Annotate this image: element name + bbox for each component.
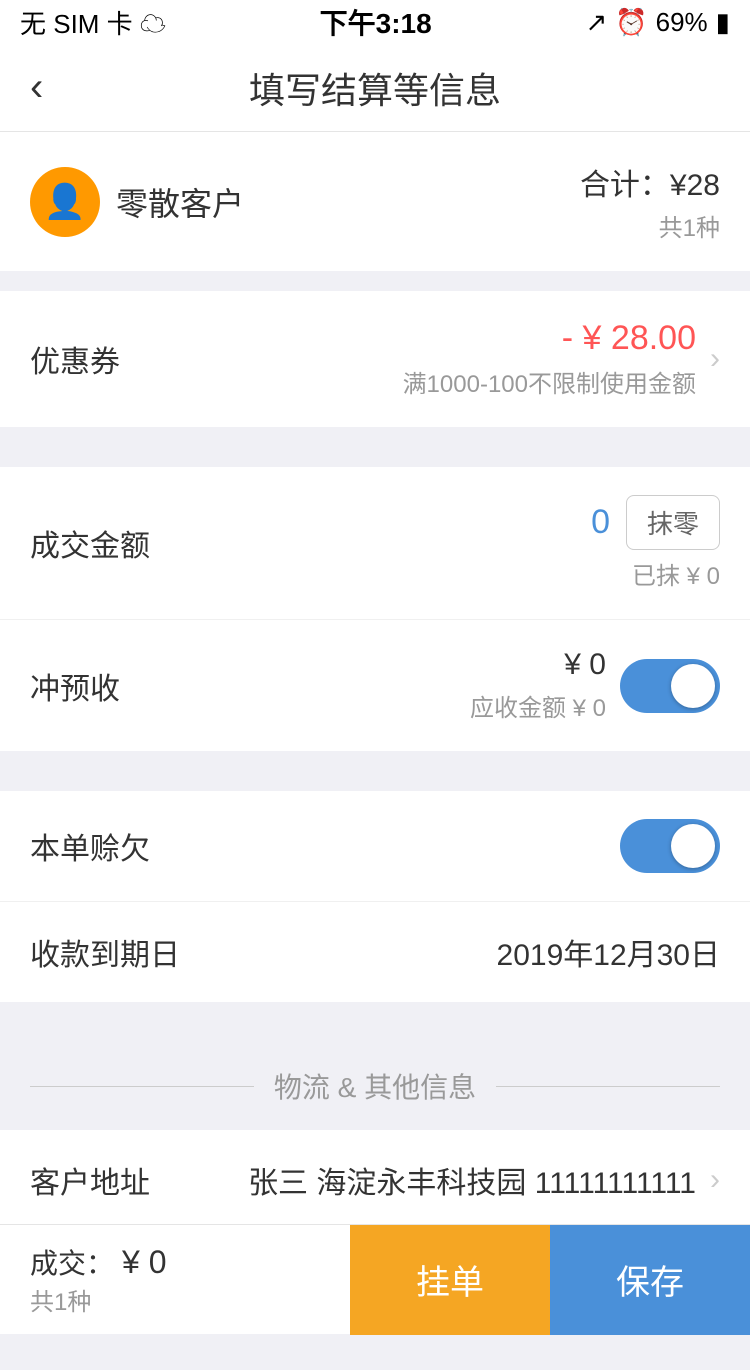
coupon-value: - ¥ 28.00 xyxy=(403,319,696,358)
nav-bar: ‹ 填写结算等信息 xyxy=(0,44,750,132)
battery-icon: ▮ xyxy=(716,7,730,38)
prepayment-label: 冲预收 xyxy=(30,664,120,708)
avatar: 👤 xyxy=(30,167,100,237)
bottom-bar: 成交： ¥ 0 共1种 挂单 保存 xyxy=(0,1224,750,1334)
prepayment-right: ¥ 0 应收金额 ¥ 0 xyxy=(470,648,720,723)
debit-label: 本单赊欠 xyxy=(30,824,150,868)
deal-amount-row: 成交金额 抹零 已抹 ¥ 0 xyxy=(0,467,750,620)
pending-button[interactable]: 挂单 xyxy=(350,1225,550,1335)
bottom-deal-label: 成交： xyxy=(30,1242,114,1282)
save-button[interactable]: 保存 xyxy=(550,1225,750,1335)
deal-amount-label: 成交金额 xyxy=(30,521,150,565)
bottom-info: 成交： ¥ 0 共1种 xyxy=(0,1242,350,1317)
logistics-header: 物流 & 其他信息 xyxy=(0,1042,750,1130)
address-right: 张三 海淀永丰科技园 11111111111 › xyxy=(248,1158,720,1202)
address-chevron-icon: › xyxy=(710,1163,720,1197)
divider-1 xyxy=(0,447,750,467)
customer-row: 👤 零散客户 合计：¥28 共1种 xyxy=(0,132,750,271)
status-bar: 无 SIM 卡 ☁ 下午3:18 ↗ ⏰ 69% ▮ xyxy=(0,0,750,44)
prepayment-sub: 应收金额 ¥ 0 xyxy=(470,688,606,723)
content-area: 👤 零散客户 合计：¥28 共1种 优惠券 - ¥ 28.00 满1000-10… xyxy=(0,132,750,1370)
deal-amount-right: 抹零 已抹 ¥ 0 xyxy=(530,495,720,591)
bottom-count: 共1种 xyxy=(30,1282,320,1317)
coupon-right: - ¥ 28.00 满1000-100不限制使用金额 › xyxy=(403,319,720,399)
status-time: 下午3:18 xyxy=(320,2,432,42)
deal-amount-input[interactable] xyxy=(530,503,610,542)
location-icon: ↗ xyxy=(585,7,607,38)
chevron-icon: › xyxy=(710,342,720,376)
debit-section: 本单赊欠 收款到期日 2019年12月30日 xyxy=(0,791,750,1002)
battery-level: 69% xyxy=(656,7,708,38)
deal-section: 成交金额 抹零 已抹 ¥ 0 冲预收 ¥ 0 应收金额 ¥ 0 xyxy=(0,467,750,751)
page-title: 填写结算等信息 xyxy=(249,62,501,114)
due-date-label: 收款到期日 xyxy=(30,930,180,974)
address-row[interactable]: 客户地址 张三 海淀永丰科技园 11111111111 › xyxy=(0,1130,750,1230)
debit-toggle[interactable] xyxy=(620,819,720,873)
alarm-icon: ⏰ xyxy=(615,7,647,38)
round-zero-button[interactable]: 抹零 xyxy=(626,495,720,550)
debit-row: 本单赊欠 xyxy=(0,791,750,902)
line-left xyxy=(30,1086,254,1087)
prepayment-row: 冲预收 ¥ 0 应收金额 ¥ 0 xyxy=(0,620,750,751)
deal-amount-top: 抹零 xyxy=(530,495,720,550)
status-right: ↗ ⏰ 69% ▮ xyxy=(585,7,730,38)
status-left: 无 SIM 卡 ☁ xyxy=(20,4,166,41)
total-count: 共1种 xyxy=(580,208,720,243)
customer-info: 👤 零散客户 xyxy=(30,167,244,237)
divider-2 xyxy=(0,771,750,791)
total-amount: 合计：¥28 xyxy=(580,160,720,204)
customer-name: 零散客户 xyxy=(116,179,244,225)
coupon-section: 优惠券 - ¥ 28.00 满1000-100不限制使用金额 › xyxy=(0,291,750,427)
sim-status: 无 SIM 卡 ☁ xyxy=(20,4,166,41)
address-label: 客户地址 xyxy=(30,1158,150,1202)
coupon-row[interactable]: 优惠券 - ¥ 28.00 满1000-100不限制使用金额 › xyxy=(0,291,750,427)
customer-total: 合计：¥28 共1种 xyxy=(580,160,720,243)
coupon-label: 优惠券 xyxy=(30,337,120,381)
prepayment-toggle[interactable] xyxy=(620,659,720,713)
address-value: 张三 海淀永丰科技园 11111111111 xyxy=(248,1158,696,1202)
address-section: 客户地址 张三 海淀永丰科技园 11111111111 › xyxy=(0,1130,750,1230)
back-button[interactable]: ‹ xyxy=(30,65,43,110)
bottom-deal-row: 成交： ¥ 0 xyxy=(30,1242,320,1282)
debit-right xyxy=(620,819,720,873)
coupon-sub: 满1000-100不限制使用金额 xyxy=(403,364,696,399)
deal-amount-sub: 已抹 ¥ 0 xyxy=(632,556,720,591)
line-right xyxy=(496,1086,720,1087)
prepayment-value-wrap: ¥ 0 应收金额 ¥ 0 xyxy=(470,648,606,723)
avatar-icon: 👤 xyxy=(44,182,86,222)
logistics-label: 物流 & 其他信息 xyxy=(274,1066,476,1106)
prepayment-value: ¥ 0 xyxy=(470,648,606,682)
due-date-row[interactable]: 收款到期日 2019年12月30日 xyxy=(0,902,750,1002)
divider-3 xyxy=(0,1022,750,1042)
bottom-deal-value: ¥ 0 xyxy=(122,1244,166,1281)
due-date-value: 2019年12月30日 xyxy=(497,930,720,974)
coupon-value-wrap: - ¥ 28.00 满1000-100不限制使用金额 xyxy=(403,319,696,399)
